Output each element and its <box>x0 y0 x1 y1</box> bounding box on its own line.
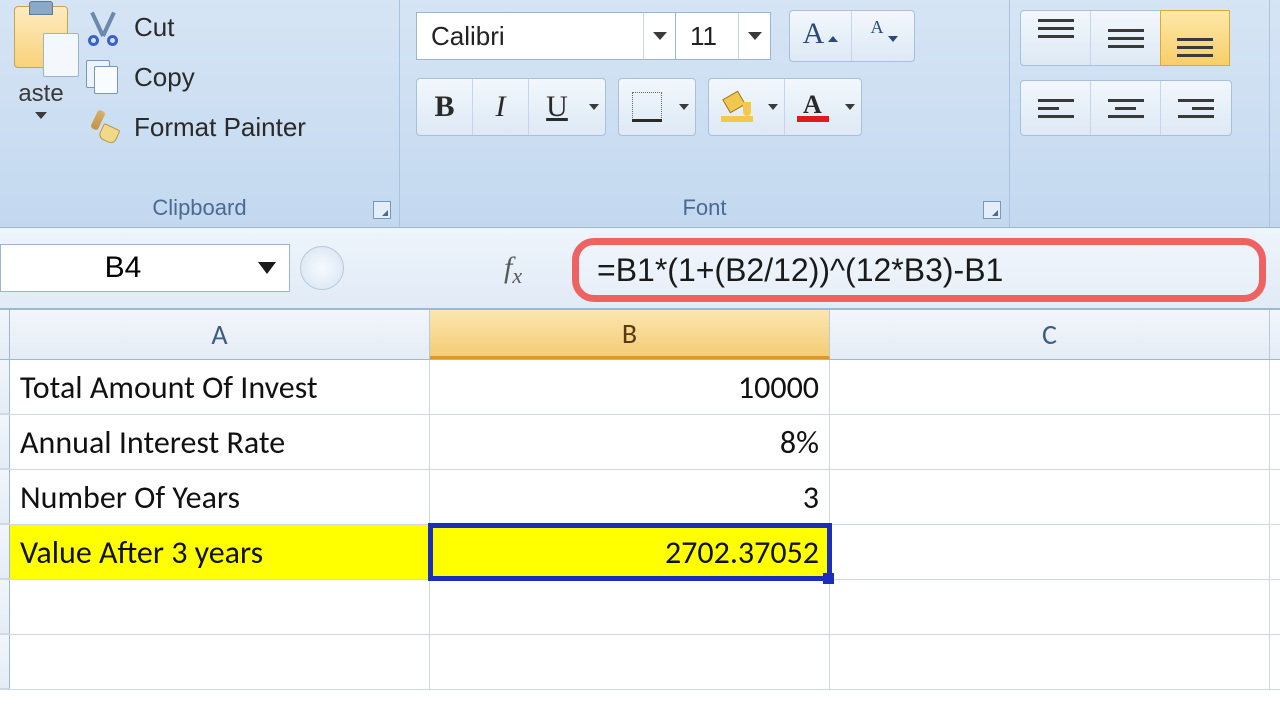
chevron-down-icon[interactable] <box>245 262 289 274</box>
fill-color-button[interactable] <box>709 79 785 135</box>
align-bottom-button[interactable] <box>1160 10 1230 66</box>
row-6 <box>0 635 1280 690</box>
cell-A1[interactable]: Total Amount Of Invest <box>10 360 430 414</box>
font-color-icon: A <box>797 92 829 122</box>
chevron-down-icon[interactable] <box>768 104 778 110</box>
paint-bucket-icon <box>721 92 753 122</box>
col-header-C[interactable]: C <box>830 310 1270 359</box>
row-1: Total Amount Of Invest 10000 <box>0 360 1280 415</box>
cell-C5[interactable] <box>830 580 1270 634</box>
cell-A5[interactable] <box>10 580 430 634</box>
chevron-down-icon[interactable] <box>845 104 855 110</box>
copy-icon <box>86 60 120 94</box>
chevron-down-icon[interactable] <box>679 104 689 110</box>
align-top-button[interactable] <box>1021 11 1091 65</box>
row-3: Number Of Years 3 <box>0 470 1280 525</box>
format-painter-button[interactable]: Format Painter <box>82 108 310 146</box>
chevron-down-icon[interactable] <box>738 13 770 59</box>
font-size-combo[interactable]: 11 <box>675 12 771 60</box>
chevron-down-icon[interactable] <box>35 112 47 119</box>
cell-C3[interactable] <box>830 470 1270 524</box>
font-group-label: Font <box>406 191 1003 227</box>
cut-label: Cut <box>134 12 174 43</box>
align-right-button[interactable] <box>1161 81 1231 135</box>
decrease-font-size-button[interactable]: A <box>852 11 914 61</box>
border-icon <box>632 92 662 122</box>
cell-B1[interactable]: 10000 <box>430 360 830 414</box>
cell-B2[interactable]: 8% <box>430 415 830 469</box>
row-5 <box>0 580 1280 635</box>
cell-A2[interactable]: Annual Interest Rate <box>10 415 430 469</box>
paste-label: aste <box>18 80 63 108</box>
name-box[interactable]: B4 <box>0 244 290 292</box>
cell-C4[interactable] <box>830 525 1270 579</box>
clipboard-group-label: Clipboard <box>6 191 393 227</box>
cell-A6[interactable] <box>10 635 430 689</box>
borders-button[interactable] <box>619 79 695 135</box>
ribbon-group-font: Calibri 11 A A B <box>400 0 1010 227</box>
copy-label: Copy <box>134 62 195 93</box>
cancel-formula-button[interactable] <box>300 246 344 290</box>
row-header[interactable] <box>0 635 10 689</box>
align-center-button[interactable] <box>1091 81 1161 135</box>
fill-handle[interactable] <box>823 573 834 584</box>
cell-B3[interactable]: 3 <box>430 470 830 524</box>
ribbon: aste Cut Copy Format Painter <box>0 0 1280 228</box>
row-header[interactable] <box>0 580 10 634</box>
copy-button[interactable]: Copy <box>82 58 310 96</box>
cell-A3[interactable]: Number Of Years <box>10 470 430 524</box>
increase-font-size-button[interactable]: A <box>790 11 852 61</box>
row-4: Value After 3 years 2702.37052 <box>0 525 1280 580</box>
bold-button[interactable]: B <box>417 79 473 135</box>
formula-bar-highlight: =B1*(1+(B2/12))^(12*B3)-B1 <box>572 238 1266 302</box>
italic-button[interactable]: I <box>473 79 529 135</box>
align-left-button[interactable] <box>1021 81 1091 135</box>
cut-button[interactable]: Cut <box>82 8 310 46</box>
alignment-group-label <box>1016 217 1263 227</box>
cell-B4-value: 2702.37052 <box>665 533 819 572</box>
formula-bar-input[interactable]: =B1*(1+(B2/12))^(12*B3)-B1 <box>597 252 1003 289</box>
row-header[interactable] <box>0 360 10 414</box>
cell-C6[interactable] <box>830 635 1270 689</box>
align-middle-button[interactable] <box>1091 11 1161 65</box>
chevron-down-icon[interactable] <box>589 104 599 110</box>
col-header-B[interactable]: B <box>430 310 830 359</box>
ribbon-group-clipboard: aste Cut Copy Format Painter <box>0 0 400 227</box>
chevron-down-icon[interactable] <box>643 13 675 59</box>
select-all-corner[interactable] <box>0 310 10 359</box>
row-2: Annual Interest Rate 8% <box>0 415 1280 470</box>
row-header[interactable] <box>0 470 10 524</box>
cell-B4[interactable]: 2702.37052 <box>430 525 830 579</box>
column-headers: A B C <box>0 310 1280 360</box>
font-color-button[interactable]: A <box>785 79 861 135</box>
cell-A4[interactable]: Value After 3 years <box>10 525 430 579</box>
row-header[interactable] <box>0 415 10 469</box>
paste-icon <box>14 6 68 68</box>
font-dialog-launcher[interactable] <box>983 201 1001 219</box>
underline-button[interactable]: U <box>529 79 605 135</box>
paste-button[interactable]: aste <box>6 4 76 119</box>
paintbrush-icon <box>86 110 120 144</box>
ribbon-group-alignment <box>1010 0 1270 227</box>
formula-bar-row: B4 fx =B1*(1+(B2/12))^(12*B3)-B1 <box>0 228 1280 310</box>
font-name-combo[interactable]: Calibri <box>416 12 676 60</box>
spreadsheet-grid: A B C Total Amount Of Invest 10000 Annua… <box>0 310 1280 690</box>
cell-C1[interactable] <box>830 360 1270 414</box>
font-name-value: Calibri <box>417 21 643 52</box>
clipboard-dialog-launcher[interactable] <box>373 201 391 219</box>
cell-C2[interactable] <box>830 415 1270 469</box>
scissors-icon <box>86 10 120 44</box>
name-box-value: B4 <box>1 251 245 285</box>
row-header[interactable] <box>0 525 10 579</box>
fx-icon[interactable]: fx <box>504 251 522 285</box>
font-size-value: 11 <box>676 21 738 52</box>
format-painter-label: Format Painter <box>134 112 306 143</box>
col-header-A[interactable]: A <box>10 310 430 359</box>
cell-B5[interactable] <box>430 580 830 634</box>
cell-B6[interactable] <box>430 635 830 689</box>
